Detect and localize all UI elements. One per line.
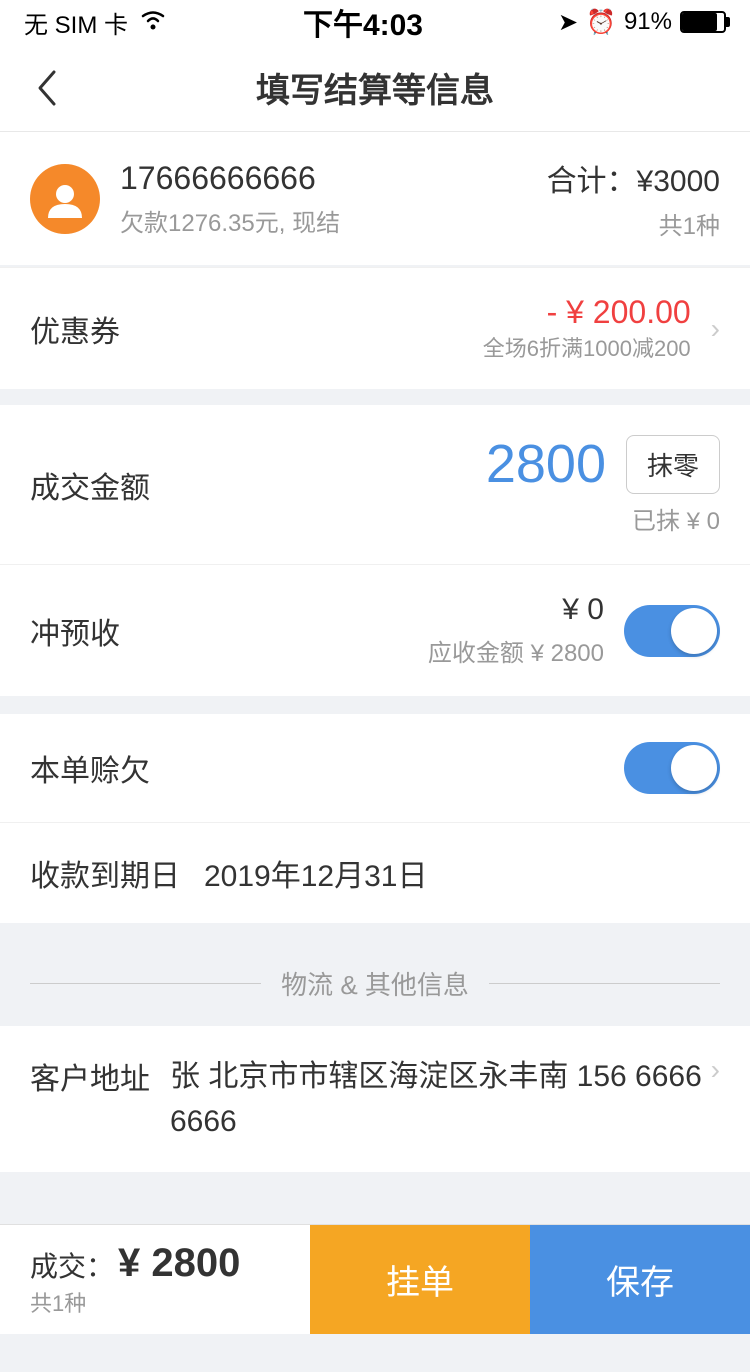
coupon-amount: - ¥ 200.00 [483,294,691,331]
section-gap-2 [0,698,750,714]
prepay-toggle[interactable] [624,605,720,657]
user-card: 17666666666 欠款1276.35元, 现结 合计：¥3000 共1种 [0,132,750,265]
deal-sub: 已抹 ¥ 0 [632,501,720,536]
debt-section: 本单赊欠 收款到期日 2019年12月31日 [0,714,750,923]
page-title: 填写结算等信息 [256,63,494,112]
prepay-row: 冲预收 ¥ 0 应收金额 ¥ 2800 [0,565,750,696]
address-value: 张 北京市市辖区海淀区永丰南 156 6666 6666 [170,1054,703,1144]
bottom-summary: 成交： ¥ 2800 共1种 [0,1225,310,1334]
coupon-desc: 全场6折满1000减200 [483,331,691,363]
user-debt: 欠款1276.35元, 现结 [120,203,340,238]
prepay-amount: ¥ 0 [562,593,604,627]
section-gap-1 [0,389,750,405]
bottom-count: 共1种 [30,1286,280,1318]
bottom-label: 成交： [30,1245,114,1285]
debt-label: 本单赊欠 [30,746,150,790]
status-left: 无 SIM 卡 [24,5,168,40]
status-right: ➤ ⏰ 91% [558,8,726,37]
coupon-chevron: › [711,313,720,345]
battery-percent: 91% [624,8,672,36]
round-button[interactable]: 抹零 [626,435,720,494]
debt-toggle-knob [671,745,717,791]
logistics-label: 物流 & 其他信息 [281,965,469,1002]
logistics-header: 物流 & 其他信息 [0,941,750,1026]
sim-status: 无 SIM 卡 [24,5,128,40]
bottom-bar: 成交： ¥ 2800 共1种 挂单 保存 [0,1224,750,1334]
nav-bar: 填写结算等信息 [0,44,750,132]
save-button[interactable]: 保存 [530,1225,750,1334]
coupon-label: 优惠券 [30,307,120,351]
address-chevron: › [711,1054,720,1086]
prepay-sub: 应收金额 ¥ 2800 [428,633,604,668]
hang-button[interactable]: 挂单 [310,1225,530,1334]
address-label: 客户地址 [30,1054,150,1098]
toggle-knob [671,608,717,654]
alarm-icon: ⏰ [586,8,616,37]
location-icon: ➤ [558,8,578,37]
deal-label: 成交金额 [30,463,150,507]
address-row[interactable]: 客户地址 张 北京市市辖区海淀区永丰南 156 6666 6666 › [0,1026,750,1172]
deal-section: 成交金额 2800 抹零 已抹 ¥ 0 冲预收 ¥ 0 应收金额 ¥ 2800 [0,405,750,696]
debt-row: 本单赊欠 [0,714,750,822]
content-area: 17666666666 欠款1276.35元, 现结 合计：¥3000 共1种 … [0,132,750,1372]
due-date-row: 收款到期日 2019年12月31日 [0,822,750,923]
due-date-label: 收款到期日 [30,851,180,895]
wifi-icon [138,8,168,37]
back-button[interactable] [24,66,68,110]
deal-amount-row: 成交金额 2800 抹零 已抹 ¥ 0 [0,405,750,565]
status-time: 下午4:03 [303,0,423,44]
order-total: 合计：¥3000 [547,156,720,200]
deal-amount-value: 2800 [486,433,606,495]
status-bar: 无 SIM 卡 下午4:03 ➤ ⏰ 91% [0,0,750,44]
prepay-label: 冲预收 [30,609,120,653]
coupon-row[interactable]: 优惠券 - ¥ 200.00 全场6折满1000减200 › [0,267,750,389]
order-count: 共1种 [547,206,720,241]
debt-toggle[interactable] [624,742,720,794]
bottom-amount: ¥ 2800 [118,1241,240,1286]
due-date-value: 2019年12月31日 [204,851,427,895]
battery-icon [680,11,726,33]
avatar [30,164,100,234]
section-gap-3 [0,925,750,941]
user-phone: 17666666666 [120,160,340,197]
